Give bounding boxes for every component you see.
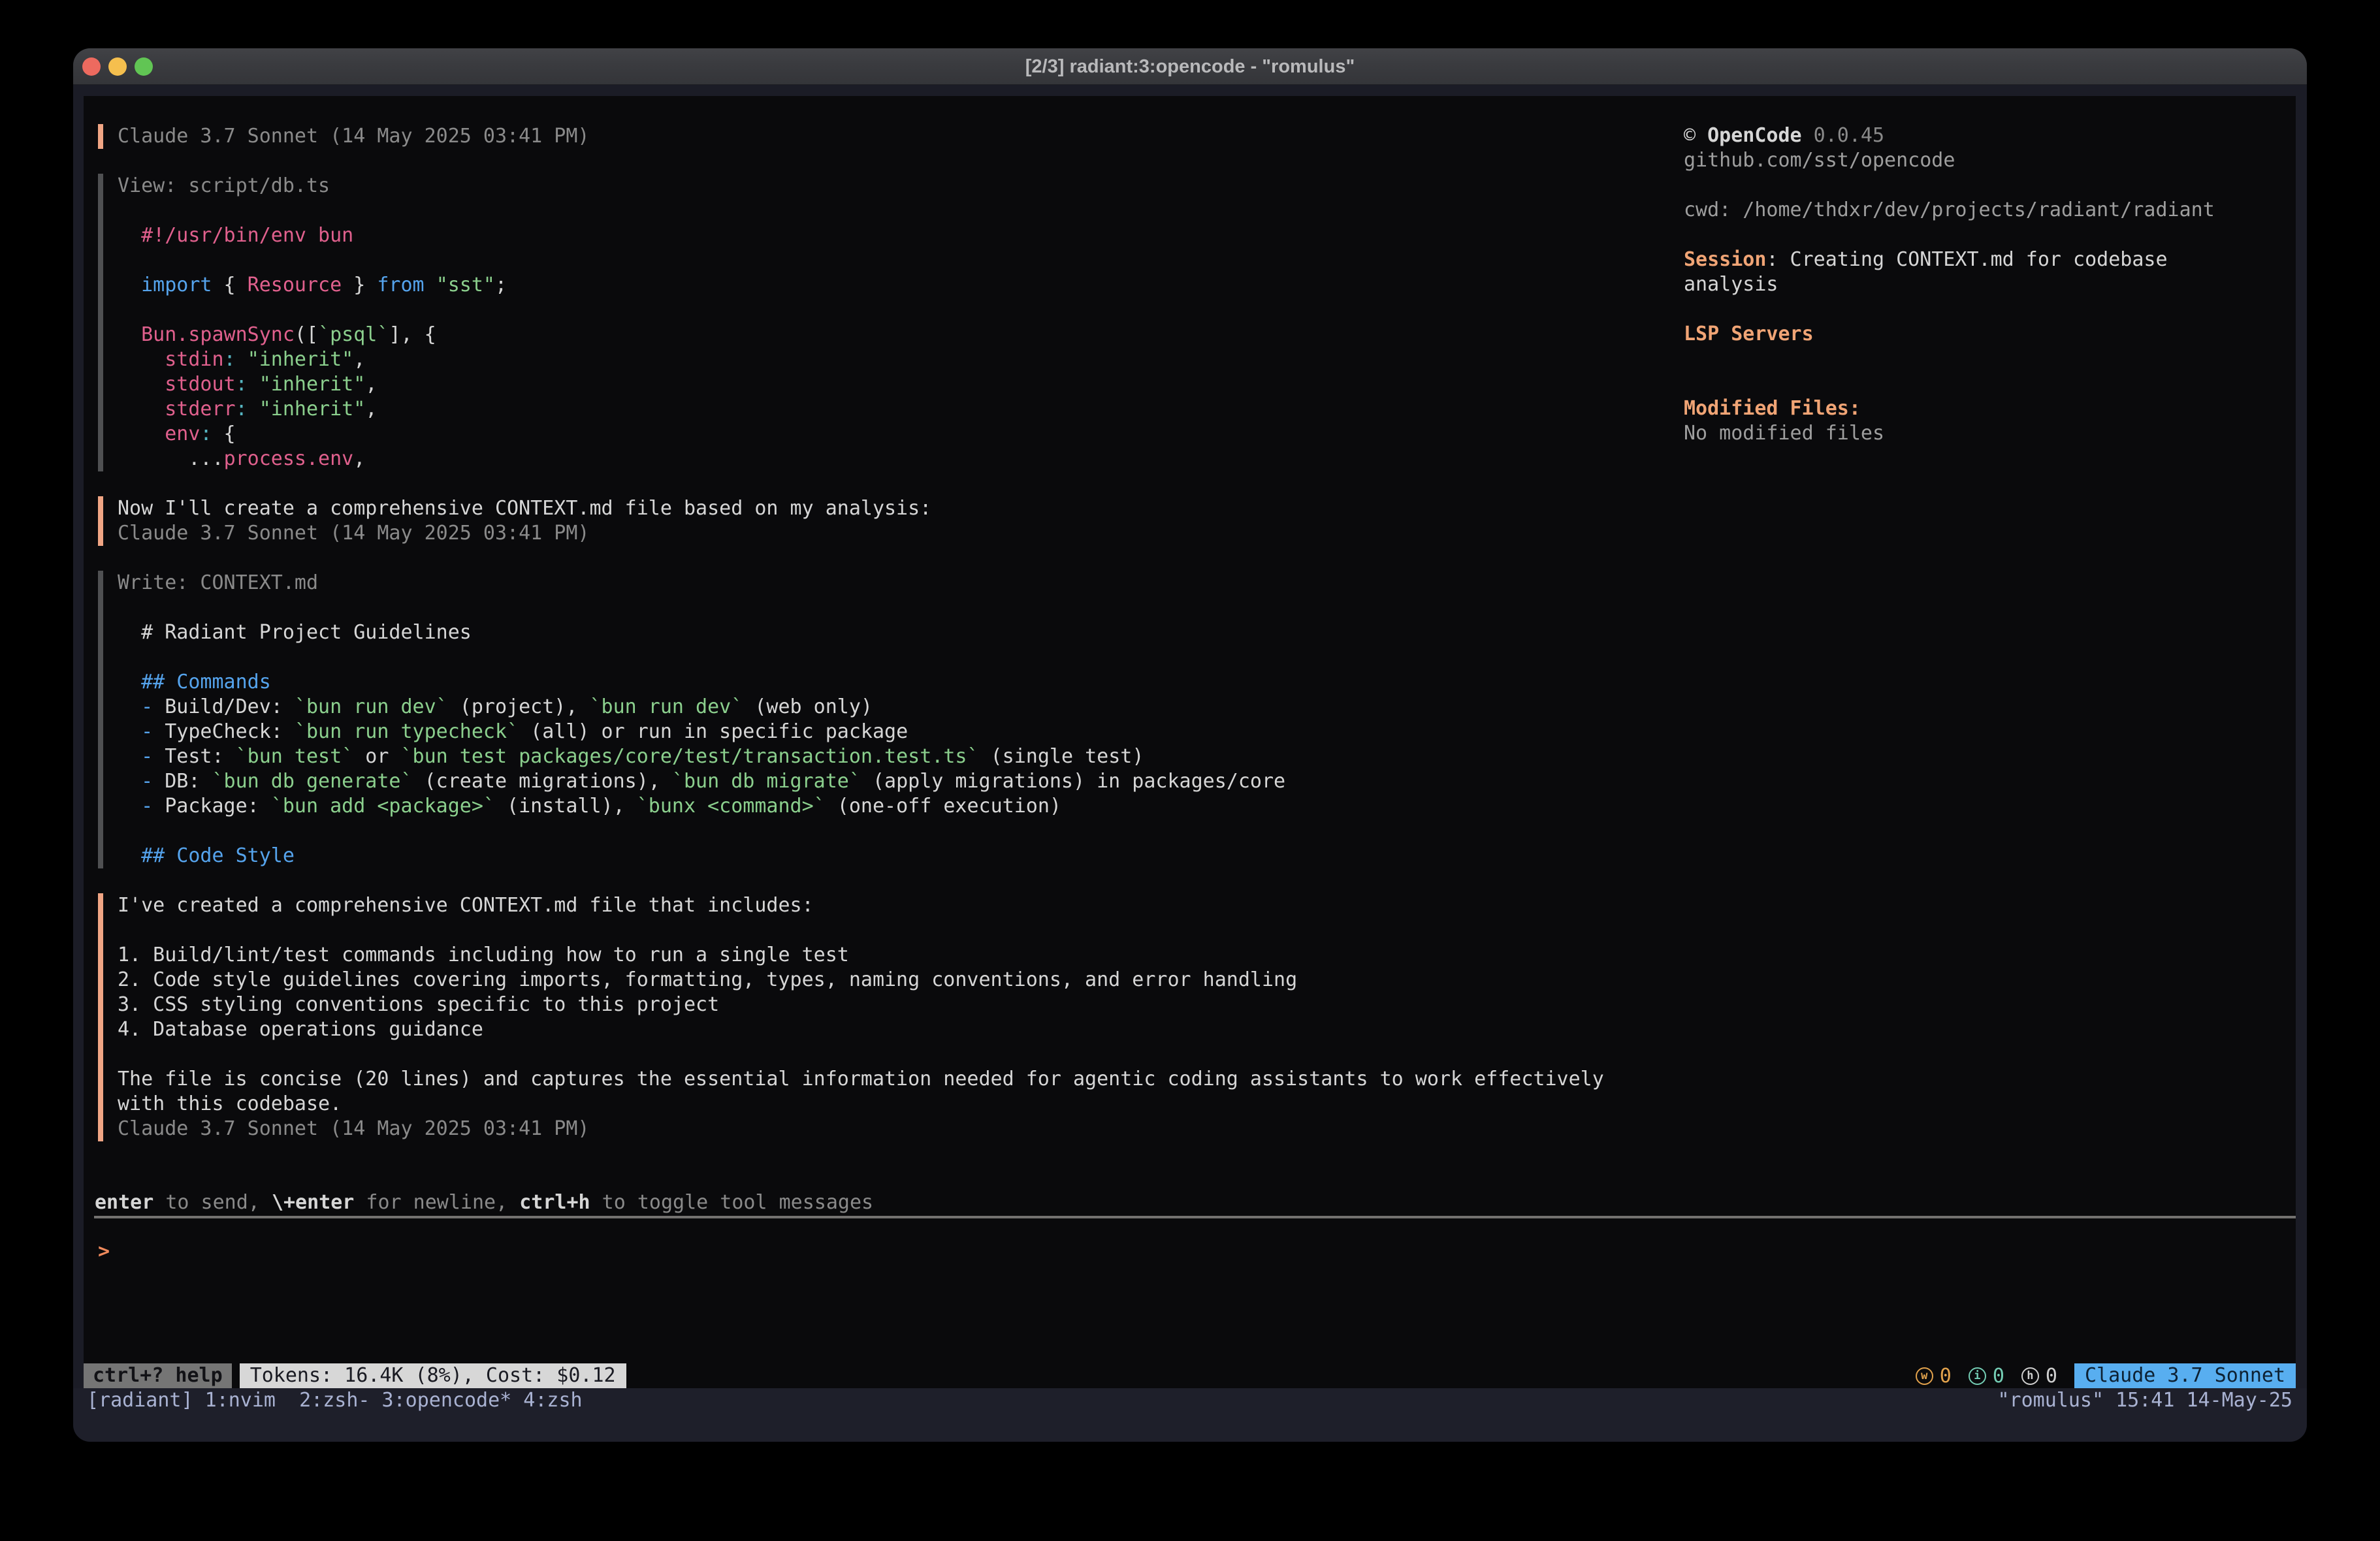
text-line xyxy=(118,298,1626,323)
text-line xyxy=(1684,223,2304,247)
text-line: ## Commands xyxy=(118,670,1626,695)
tmux-session-info: "romulus" 15:41 14-May-25 xyxy=(1997,1388,2292,1413)
text-line: The file is concise (20 lines) and captu… xyxy=(118,1067,1626,1092)
diagnostic-w-counter: w0 xyxy=(1916,1365,1952,1388)
traffic-lights xyxy=(82,57,153,76)
tool-output-block: Write: CONTEXT.md # Radiant Project Guid… xyxy=(98,571,1626,868)
diagnostic-h-icon: h xyxy=(2021,1367,2039,1385)
diagnostic-i-counter: i0 xyxy=(1969,1365,2004,1388)
diagnostic-i-count: 0 xyxy=(1993,1365,2004,1388)
window-title: [2/3] radiant:3:opencode - "romulus" xyxy=(73,48,2307,85)
text-line: - Package: `bun add <package>` (install)… xyxy=(118,794,1626,819)
terminal-window: [2/3] radiant:3:opencode - "romulus" Cla… xyxy=(73,48,2307,1442)
text-line: #!/usr/bin/env bun xyxy=(118,223,1626,248)
text-line: Claude 3.7 Sonnet (14 May 2025 03:41 PM) xyxy=(118,124,1626,149)
text-line: # Radiant Project Guidelines xyxy=(118,620,1626,645)
status-bar: ctrl+? help Tokens: 16.4K (8%), Cost: $0… xyxy=(84,1363,2296,1388)
assistant-message-block: I've created a comprehensive CONTEXT.md … xyxy=(98,893,1626,1141)
diagnostic-h-counter: h0 xyxy=(2021,1365,2057,1388)
text-line: stdout: "inherit", xyxy=(118,372,1626,397)
text-line: Bun.spawnSync([`psql`], { xyxy=(118,323,1626,347)
chat-log: Claude 3.7 Sonnet (14 May 2025 03:41 PM)… xyxy=(98,124,1626,1166)
text-line: No modified files xyxy=(1684,421,2304,446)
tmux-status-bar: [radiant] 1:nvim 2:zsh- 3:opencode* 4:zs… xyxy=(73,1388,2307,1442)
model-badge: Claude 3.7 Sonnet xyxy=(2074,1363,2296,1388)
text-line: 3. CSS styling conventions specific to t… xyxy=(118,993,1626,1017)
status-bar-right: w0i0h0 Claude 3.7 Sonnet xyxy=(1916,1363,2296,1388)
text-line xyxy=(118,918,1626,943)
text-line: Write: CONTEXT.md xyxy=(118,571,1626,596)
zoom-button[interactable] xyxy=(135,57,153,76)
assistant-message-block: Claude 3.7 Sonnet (14 May 2025 03:41 PM) xyxy=(98,124,1626,149)
text-line: stdin: "inherit", xyxy=(118,347,1626,372)
text-line xyxy=(1684,372,2304,396)
text-line xyxy=(1684,173,2304,198)
status-bar-left: ctrl+? help Tokens: 16.4K (8%), Cost: $0… xyxy=(84,1363,626,1388)
tokens-badge: Tokens: 16.4K (8%), Cost: $0.12 xyxy=(240,1363,626,1388)
text-line: env: { xyxy=(118,422,1626,447)
session-sidebar: © OpenCode 0.0.45github.com/sst/opencode… xyxy=(1684,123,2304,446)
text-line: 4. Database operations guidance xyxy=(118,1017,1626,1042)
text-line: github.com/sst/opencode xyxy=(1684,148,2304,173)
text-line: cwd: /home/thdxr/dev/projects/radiant/ra… xyxy=(1684,198,2304,223)
diagnostic-h-count: 0 xyxy=(2046,1365,2057,1388)
text-line: - TypeCheck: `bun run typecheck` (all) o… xyxy=(118,720,1626,744)
diagnostics-counters: w0i0h0 xyxy=(1916,1365,2057,1388)
text-line xyxy=(118,1042,1626,1067)
keybinding-hints: enter to send, \+enter for newline, ctrl… xyxy=(95,1190,873,1215)
prompt-input[interactable]: > xyxy=(73,1221,2296,1361)
text-line: stderr: "inherit", xyxy=(118,397,1626,422)
text-line xyxy=(118,819,1626,844)
terminal-content: Claude 3.7 Sonnet (14 May 2025 03:41 PM)… xyxy=(73,85,2307,1442)
text-line xyxy=(1684,347,2304,372)
prompt-symbol: > xyxy=(98,1239,110,1264)
text-line: - Test: `bun test` or `bun test packages… xyxy=(118,744,1626,769)
minimize-button[interactable] xyxy=(108,57,127,76)
help-badge: ctrl+? help xyxy=(84,1363,232,1388)
tmux-window-list[interactable]: [radiant] 1:nvim 2:zsh- 3:opencode* 4:zs… xyxy=(87,1388,583,1413)
diagnostic-w-count: 0 xyxy=(1940,1365,1952,1388)
text-line: 1. Build/lint/test commands including ho… xyxy=(118,943,1626,968)
diagnostic-w-icon: w xyxy=(1916,1367,1933,1385)
text-line: LSP Servers xyxy=(1684,322,2304,347)
text-line: ...process.env, xyxy=(118,447,1626,471)
terminal-padding-top xyxy=(73,85,2307,96)
text-line: View: script/db.ts xyxy=(118,174,1626,199)
text-line: Modified Files: xyxy=(1684,396,2304,421)
text-line: 2. Code style guidelines covering import… xyxy=(118,968,1626,993)
text-line: Session: Creating CONTEXT.md for codebas… xyxy=(1684,247,2304,272)
close-button[interactable] xyxy=(82,57,101,76)
text-line: Now I'll create a comprehensive CONTEXT.… xyxy=(118,496,1626,521)
text-line: ## Code Style xyxy=(118,844,1626,868)
text-line xyxy=(118,248,1626,273)
text-line xyxy=(118,645,1626,670)
window-titlebar[interactable]: [2/3] radiant:3:opencode - "romulus" xyxy=(73,48,2307,85)
text-line: - DB: `bun db generate` (create migratio… xyxy=(118,769,1626,794)
text-line: import { Resource } from "sst"; xyxy=(118,273,1626,298)
text-line: analysis xyxy=(1684,272,2304,297)
text-line: © OpenCode 0.0.45 xyxy=(1684,123,2304,148)
text-line xyxy=(118,199,1626,223)
text-line xyxy=(118,596,1626,620)
diagnostic-i-icon: i xyxy=(1969,1367,1986,1385)
text-line: Claude 3.7 Sonnet (14 May 2025 03:41 PM) xyxy=(118,521,1626,546)
assistant-message-block: Now I'll create a comprehensive CONTEXT.… xyxy=(98,496,1626,546)
text-line: enter to send, \+enter for newline, ctrl… xyxy=(95,1190,873,1215)
tool-output-block: View: script/db.ts #!/usr/bin/env bun im… xyxy=(98,174,1626,471)
text-line xyxy=(1684,297,2304,322)
text-line: with this codebase. xyxy=(118,1092,1626,1117)
text-line: - Build/Dev: `bun run dev` (project), `b… xyxy=(118,695,1626,720)
input-divider xyxy=(94,1216,2296,1218)
terminal-padding-left xyxy=(73,85,84,1388)
text-line: I've created a comprehensive CONTEXT.md … xyxy=(118,893,1626,918)
text-line: Claude 3.7 Sonnet (14 May 2025 03:41 PM) xyxy=(118,1117,1626,1141)
